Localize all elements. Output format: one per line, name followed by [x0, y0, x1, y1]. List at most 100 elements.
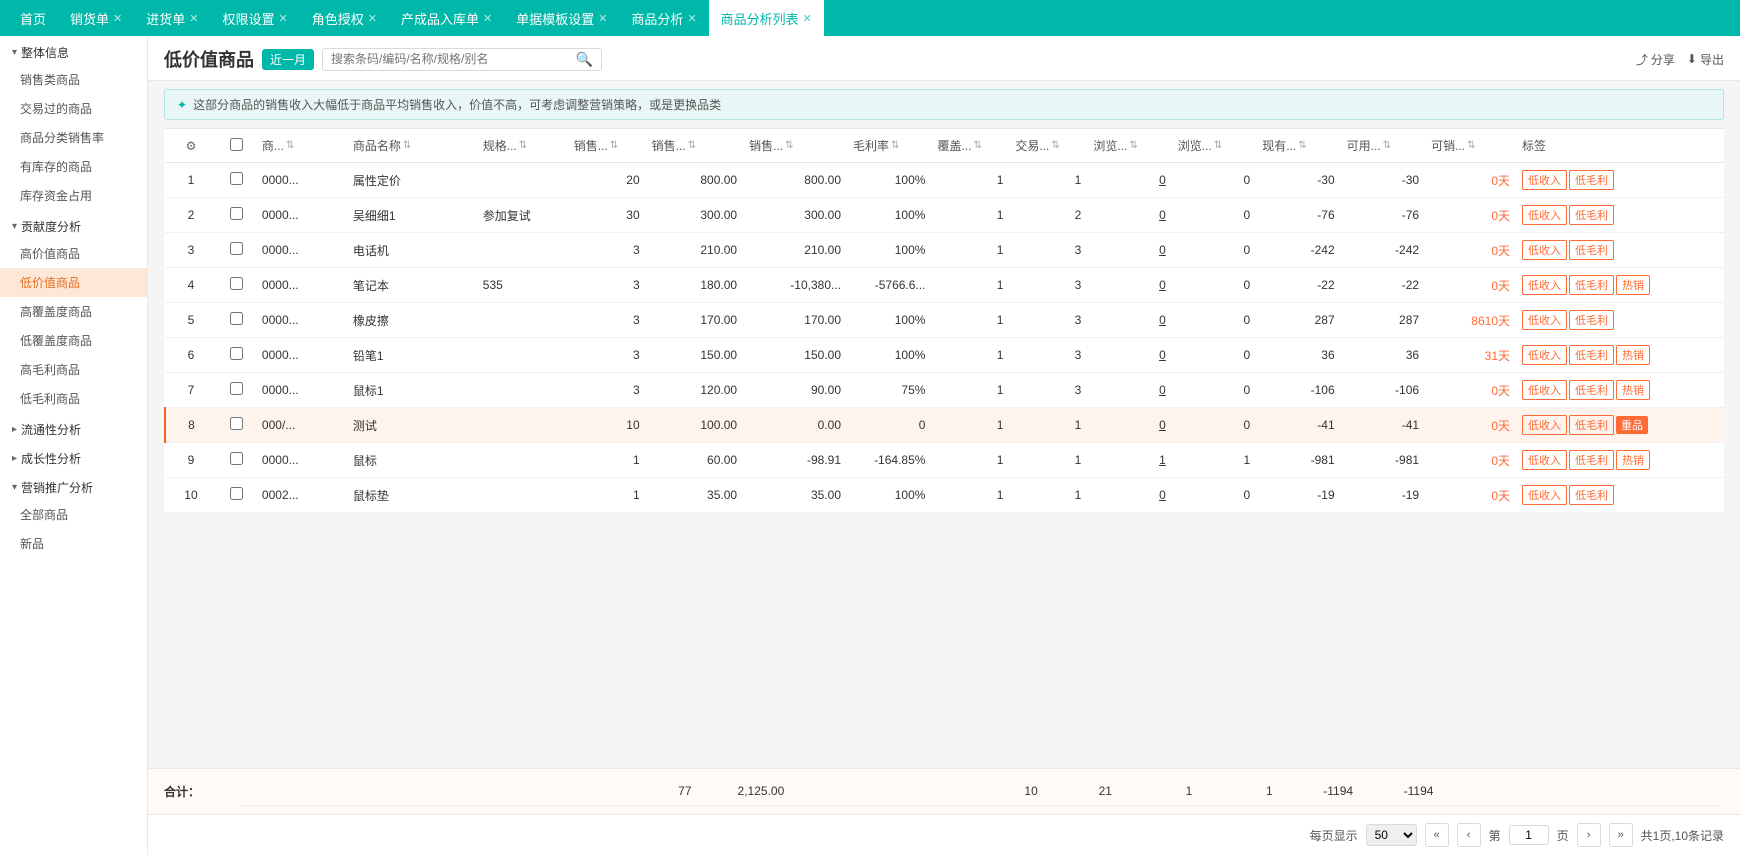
- search-icon[interactable]: 🔍: [576, 51, 593, 68]
- nav-permissions[interactable]: 权限设置 ✕: [210, 0, 299, 36]
- close-icon[interactable]: ✕: [598, 12, 607, 25]
- row-checkbox[interactable]: [217, 303, 256, 338]
- browse-link[interactable]: 0: [1159, 383, 1166, 397]
- search-input[interactable]: [331, 52, 576, 66]
- sort-icon[interactable]: ⇅: [1051, 140, 1059, 151]
- browse-link[interactable]: 0: [1159, 348, 1166, 362]
- table-row[interactable]: 6 0000... 铅笔1 3 150.00 150.00 100% 1 3 0…: [165, 338, 1724, 373]
- close-icon[interactable]: ✕: [368, 12, 377, 25]
- sort-icon[interactable]: ⇅: [973, 140, 981, 151]
- row-checkbox[interactable]: [217, 198, 256, 233]
- browse-link[interactable]: 1: [1159, 453, 1166, 467]
- sort-icon[interactable]: ⇅: [519, 140, 527, 151]
- close-icon[interactable]: ✕: [113, 12, 122, 25]
- share-button[interactable]: ⤴ 分享: [1636, 51, 1675, 68]
- col-header-sales-qty[interactable]: 销售...⇅: [568, 129, 646, 163]
- col-header-sales-cost[interactable]: 销售...⇅: [743, 129, 847, 163]
- sidebar-group-marketing[interactable]: ▾ 营销推广分析: [0, 471, 147, 500]
- sidebar-group-growth[interactable]: ▸ 成长性分析: [0, 442, 147, 471]
- sort-icon[interactable]: ⇅: [286, 140, 294, 151]
- time-tag[interactable]: 近一月: [262, 49, 314, 70]
- sidebar-item-stock-products[interactable]: 有库存的商品: [0, 152, 147, 181]
- sidebar-item-traded-products[interactable]: 交易过的商品: [0, 94, 147, 123]
- sort-icon[interactable]: ⇅: [1298, 140, 1306, 151]
- page-number-input[interactable]: [1509, 825, 1549, 845]
- row-browse1[interactable]: 0: [1087, 408, 1171, 443]
- nav-home[interactable]: 首页: [8, 0, 58, 36]
- browse-link[interactable]: 0: [1159, 243, 1166, 257]
- sidebar-item-all-products[interactable]: 全部商品: [0, 500, 147, 529]
- row-browse1[interactable]: 0: [1087, 198, 1171, 233]
- close-icon[interactable]: ✕: [803, 12, 812, 25]
- sort-icon[interactable]: ⇅: [1467, 140, 1475, 151]
- row-browse1[interactable]: 0: [1087, 373, 1171, 408]
- browse-link[interactable]: 0: [1159, 278, 1166, 292]
- export-button[interactable]: ⬇ 导出: [1687, 51, 1724, 68]
- last-page-button[interactable]: »: [1609, 823, 1633, 847]
- table-row[interactable]: 2 0000... 吴细细1 参加复试 30 300.00 300.00 100…: [165, 198, 1724, 233]
- col-header-browse2[interactable]: 浏览...⇅: [1172, 129, 1256, 163]
- col-header-sales-amt[interactable]: 销售...⇅: [646, 129, 743, 163]
- sort-icon[interactable]: ⇅: [1214, 140, 1222, 151]
- row-browse1[interactable]: 0: [1087, 478, 1171, 513]
- gear-icon[interactable]: ⚙: [186, 139, 197, 153]
- table-row[interactable]: 8 000/... 测试 10 100.00 0.00 0 1 1 0 0 -4…: [165, 408, 1724, 443]
- close-icon[interactable]: ✕: [483, 12, 492, 25]
- sort-icon[interactable]: ⇅: [891, 140, 899, 151]
- col-header-browse1[interactable]: 浏览...⇅: [1087, 129, 1171, 163]
- sidebar-item-new-products[interactable]: 新品: [0, 529, 147, 558]
- col-header-saleable[interactable]: 可销...⇅: [1425, 129, 1516, 163]
- first-page-button[interactable]: «: [1425, 823, 1449, 847]
- table-row[interactable]: 7 0000... 鼠标1 3 120.00 90.00 75% 1 3 0 0…: [165, 373, 1724, 408]
- sidebar-item-high-coverage[interactable]: 高覆盖度商品: [0, 297, 147, 326]
- sidebar-item-sales-products[interactable]: 销售类商品: [0, 65, 147, 94]
- browse-link[interactable]: 0: [1159, 173, 1166, 187]
- sidebar-item-stock-capital[interactable]: 库存资金占用: [0, 181, 147, 210]
- browse-link[interactable]: 0: [1159, 418, 1166, 432]
- nav-purchase-order[interactable]: 进货单 ✕: [134, 0, 210, 36]
- nav-template-settings[interactable]: 单据模板设置 ✕: [504, 0, 619, 36]
- col-header-settings[interactable]: ⚙: [165, 129, 217, 163]
- sidebar-item-low-coverage[interactable]: 低覆盖度商品: [0, 326, 147, 355]
- row-checkbox[interactable]: [217, 233, 256, 268]
- col-header-code[interactable]: 商...⇅: [256, 129, 347, 163]
- sidebar-group-contribution[interactable]: ▾ 贡献度分析: [0, 210, 147, 239]
- col-header-coverage[interactable]: 覆盖...⇅: [931, 129, 1009, 163]
- select-all-checkbox[interactable]: [230, 138, 243, 151]
- col-header-gross-margin[interactable]: 毛利率⇅: [847, 129, 931, 163]
- nav-product-analysis-list[interactable]: 商品分析列表 ✕: [709, 0, 824, 36]
- row-checkbox[interactable]: [217, 408, 256, 443]
- row-checkbox[interactable]: [217, 268, 256, 303]
- row-checkbox[interactable]: [217, 443, 256, 478]
- row-browse1[interactable]: 0: [1087, 268, 1171, 303]
- browse-link[interactable]: 0: [1159, 313, 1166, 327]
- table-row[interactable]: 5 0000... 橡皮擦 3 170.00 170.00 100% 1 3 0…: [165, 303, 1724, 338]
- row-checkbox[interactable]: [217, 373, 256, 408]
- row-browse1[interactable]: 0: [1087, 163, 1171, 198]
- table-row[interactable]: 10 0002... 鼠标垫 1 35.00 35.00 100% 1 1 0 …: [165, 478, 1724, 513]
- table-row[interactable]: 1 0000... 属性定价 20 800.00 800.00 100% 1 1…: [165, 163, 1724, 198]
- col-header-name[interactable]: 商品名称⇅: [347, 129, 477, 163]
- per-page-select[interactable]: 50 100 200: [1366, 824, 1417, 846]
- nav-sales-order[interactable]: 销货单 ✕: [58, 0, 134, 36]
- nav-product-stock[interactable]: 产成品入库单 ✕: [389, 0, 504, 36]
- col-header-current-stock[interactable]: 现有...⇅: [1256, 129, 1340, 163]
- col-header-checkbox[interactable]: [217, 129, 256, 163]
- sort-icon[interactable]: ⇅: [785, 140, 793, 151]
- row-browse1[interactable]: 0: [1087, 303, 1171, 338]
- col-header-trade[interactable]: 交易...⇅: [1009, 129, 1087, 163]
- browse-link[interactable]: 0: [1159, 208, 1166, 222]
- sort-icon[interactable]: ⇅: [688, 140, 696, 151]
- sidebar-item-category-sales[interactable]: 商品分类销售率: [0, 123, 147, 152]
- browse-link[interactable]: 0: [1159, 488, 1166, 502]
- sidebar-item-high-profit[interactable]: 高毛利商品: [0, 355, 147, 384]
- prev-page-button[interactable]: ‹: [1457, 823, 1481, 847]
- table-row[interactable]: 9 0000... 鼠标 1 60.00 -98.91 -164.85% 1 1…: [165, 443, 1724, 478]
- sidebar-group-overall[interactable]: ▾ 整体信息: [0, 36, 147, 65]
- col-header-spec[interactable]: 规格...⇅: [477, 129, 568, 163]
- table-row[interactable]: 3 0000... 电话机 3 210.00 210.00 100% 1 3 0…: [165, 233, 1724, 268]
- row-browse1[interactable]: 0: [1087, 338, 1171, 373]
- sidebar-item-high-value[interactable]: 高价值商品: [0, 239, 147, 268]
- row-checkbox[interactable]: [217, 163, 256, 198]
- row-checkbox[interactable]: [217, 478, 256, 513]
